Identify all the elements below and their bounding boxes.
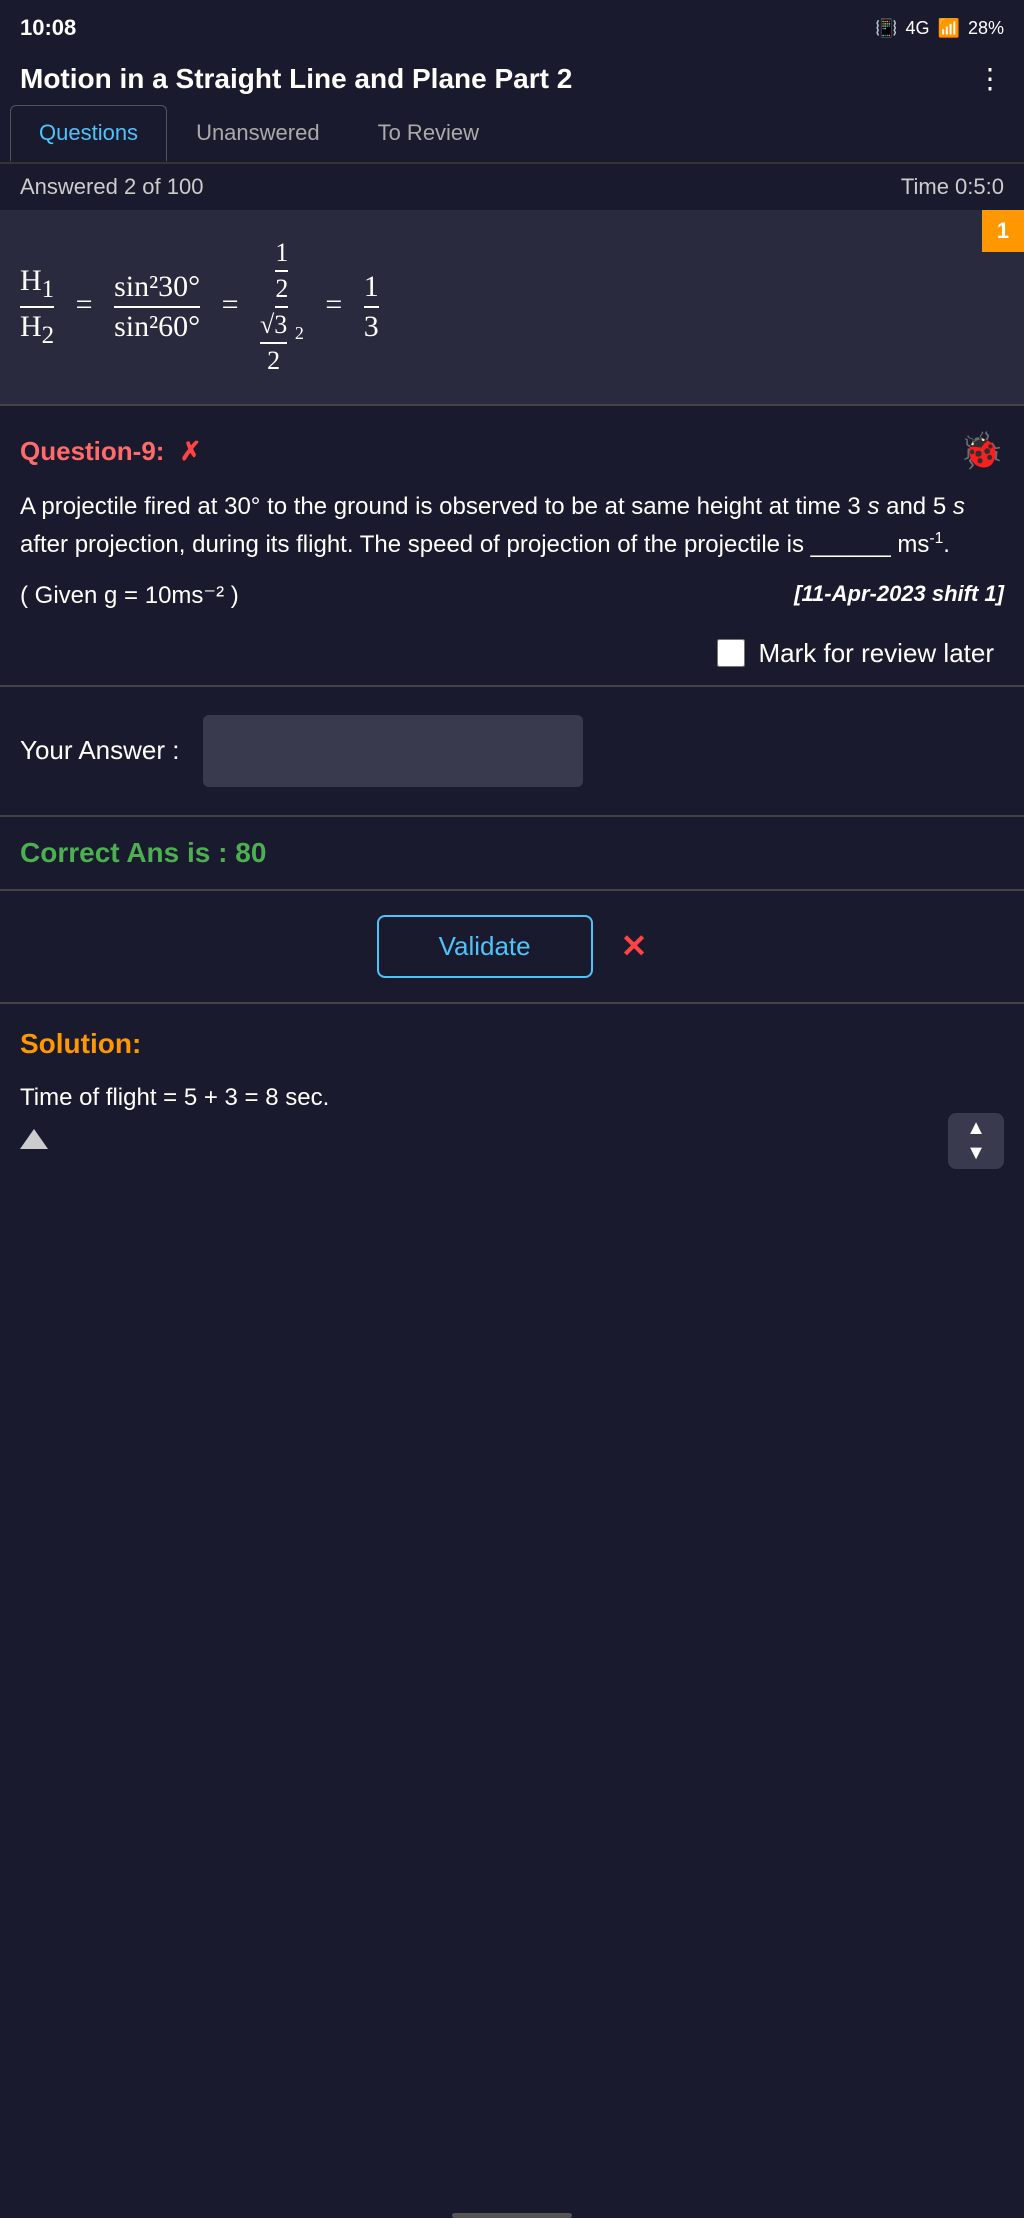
carrier-icon: 📳 [875, 18, 897, 39]
solution-text: Time of flight = 5 + 3 = 8 sec. [20, 1078, 1004, 1149]
triangle-up-icon [20, 1129, 48, 1149]
scroll-spacer [20, 1169, 1004, 1669]
bug-icon[interactable]: 🐞 [959, 430, 1004, 472]
question-header: Question-9: ✗ 🐞 [20, 430, 1004, 472]
status-icons: 📳 4G 📶 28% [875, 18, 1004, 39]
solution-label: Solution: [20, 1028, 1004, 1060]
math-formula: H1 H2 = sin²30° sin²60° = 1 2 √3 2 2 [20, 238, 379, 376]
validate-button[interactable]: Validate [377, 915, 593, 978]
tab-questions[interactable]: Questions [10, 105, 167, 162]
signal-icon: 📶 [938, 18, 960, 39]
fraction-result: 1 3 [364, 270, 379, 344]
mark-review-label: Mark for review later [759, 638, 995, 669]
battery-label: 28% [968, 18, 1004, 39]
page-title: Motion in a Straight Line and Plane Part… [20, 63, 572, 95]
question-number-badge: 1 [982, 210, 1024, 252]
status-bar: 10:08 📳 4G 📶 28% [0, 0, 1024, 52]
answer-section: Your Answer : [0, 687, 1024, 817]
network-label: 4G [906, 18, 930, 39]
correct-ans-section: Correct Ans is : 80 [0, 817, 1024, 891]
bottom-indicator [452, 2213, 572, 2218]
scroll-button[interactable]: ▲ ▼ [948, 1113, 1004, 1169]
timer: Time 0:5:0 [901, 174, 1004, 200]
given-text: ( Given g = 10ms⁻² ) [20, 581, 239, 610]
menu-button[interactable]: ⋮ [976, 62, 1004, 95]
header: Motion in a Straight Line and Plane Part… [0, 52, 1024, 105]
tab-unanswered[interactable]: Unanswered [167, 105, 349, 162]
correct-ans-text: Correct Ans is : 80 [20, 837, 266, 868]
question-text: A projectile fired at 30° to the ground … [20, 488, 1004, 565]
fraction-sin: sin²30° sin²60° [114, 270, 200, 344]
bottom-bar [0, 2212, 1024, 2218]
scroll-down-icon: ▼ [966, 1142, 986, 1165]
mark-review-row: Mark for review later [20, 638, 1004, 669]
fraction-H: H1 H2 [20, 264, 54, 350]
mark-review-checkbox[interactable] [717, 639, 745, 667]
answer-input[interactable] [203, 715, 583, 787]
validate-section: Validate ✕ [0, 891, 1024, 1004]
shift-text: [11-Apr-2023 shift 1] [794, 581, 1004, 607]
wrong-icon: ✗ [180, 436, 202, 466]
scroll-up-icon: ▲ [966, 1117, 986, 1140]
question-label: Question-9: ✗ [20, 436, 201, 467]
tabs-container: Questions Unanswered To Review [0, 105, 1024, 164]
fraction-half: 1 2 √3 2 2 [260, 238, 304, 376]
tab-to-review[interactable]: To Review [349, 105, 508, 162]
question-section: Question-9: ✗ 🐞 A projectile fired at 30… [0, 406, 1024, 687]
given-shift-row: ( Given g = 10ms⁻² ) [11-Apr-2023 shift … [20, 581, 1004, 618]
status-time: 10:08 [20, 15, 76, 41]
solution-section: Solution: Time of flight = 5 + 3 = 8 sec… [0, 1004, 1024, 1693]
progress-bar: Answered 2 of 100 Time 0:5:0 [0, 164, 1024, 210]
answered-count: Answered 2 of 100 [20, 174, 203, 200]
answer-label: Your Answer : [20, 735, 179, 766]
math-section: H1 H2 = sin²30° sin²60° = 1 2 √3 2 2 [0, 210, 1024, 406]
validate-cross-icon[interactable]: ✕ [621, 927, 648, 965]
